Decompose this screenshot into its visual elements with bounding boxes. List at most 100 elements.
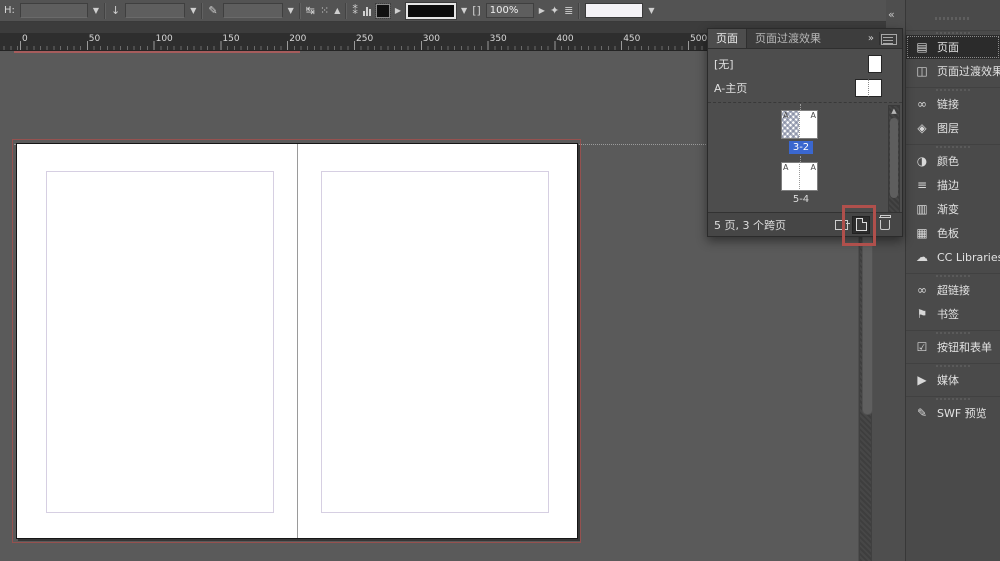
spread-thumbnail-3-2[interactable]: AA	[781, 110, 821, 139]
panel-scrollbar[interactable]: ▲	[888, 105, 900, 213]
dock-item-links[interactable]: ∞链接	[906, 92, 1000, 116]
dock-item-cc-libraries[interactable]: ☁ CC Libraries	[906, 245, 1000, 269]
ruler-label-150: 150	[222, 34, 239, 44]
master-page-icon	[868, 55, 882, 73]
pen-icon[interactable]: ✎	[208, 5, 217, 16]
dock-item-label: 超链接	[937, 282, 970, 298]
dock-item-label: 描边	[937, 177, 959, 193]
page-thumbnail[interactable]: A	[781, 110, 800, 139]
ruler-active-page-indicator	[14, 51, 300, 53]
chevron-up-icon[interactable]: ▲	[334, 7, 340, 15]
transform-field[interactable]	[20, 3, 88, 18]
preset-dropdown[interactable]	[585, 3, 643, 18]
spread-spine	[297, 144, 298, 538]
dock-item-gradient[interactable]: ▥渐变	[906, 197, 1000, 221]
dock-item-pages[interactable]: ▤页面	[906, 35, 1000, 59]
scroll-up-arrow-icon[interactable]: ▲	[890, 107, 898, 116]
dock-item-bookmarks[interactable]: ⚑书签	[906, 302, 1000, 326]
hyperlinks-icon: ∞	[913, 283, 931, 297]
dock-item-swf-preview[interactable]: ✎SWF 预览	[906, 401, 1000, 425]
align-icon[interactable]: ≣	[564, 5, 573, 16]
text-wrap-icon[interactable]: ↹	[306, 5, 315, 16]
toolbar-divider	[299, 3, 301, 19]
dock-item-media[interactable]: ▶媒体	[906, 368, 1000, 392]
master-page-icon	[868, 79, 882, 97]
layers-icon: ◈	[913, 121, 931, 135]
style-field[interactable]	[125, 3, 185, 18]
master-thumbnail[interactable]	[868, 55, 882, 73]
chart-bars-icon[interactable]	[363, 6, 371, 16]
ruler-label-50: 50	[89, 34, 100, 44]
dock-item-buttons-forms[interactable]: ☑按钮和表单	[906, 335, 1000, 359]
effects-field[interactable]	[223, 3, 283, 18]
panel-overflow-icon[interactable]: »	[868, 29, 874, 48]
chevron-down-icon[interactable]: ▼	[288, 7, 294, 15]
chevron-right-icon[interactable]: ▶	[539, 7, 545, 15]
toolbar-divider	[578, 3, 580, 19]
tab-pages[interactable]: 页面	[708, 29, 747, 48]
master-row-1[interactable]: A-主页	[714, 76, 896, 100]
ruler-label-200: 200	[289, 34, 306, 44]
dock-item-label: 色板	[937, 225, 959, 241]
trash-icon	[880, 220, 890, 230]
dock-item-color[interactable]: ◑颜色	[906, 149, 1000, 173]
page-thumbnail[interactable]: A	[781, 162, 800, 191]
ruler-label-450: 450	[623, 34, 640, 44]
master-thumbnail[interactable]	[855, 79, 882, 97]
ruler-label-500: 500	[690, 34, 707, 44]
masters-section: [无] A-主页	[708, 49, 902, 102]
spread-number: 5-4	[789, 193, 813, 206]
gradient-icon: ▥	[913, 202, 931, 216]
page-thumbnail[interactable]: A	[799, 110, 818, 139]
master-prefix-letter: A	[811, 111, 816, 120]
document-spread[interactable]	[16, 143, 578, 539]
dock-grip[interactable]	[935, 17, 971, 20]
dock-group-3: ∞ 超链接 ⚑书签	[906, 273, 1000, 330]
page-thumbnail[interactable]: A	[799, 162, 818, 191]
chevron-right-icon[interactable]: ▶	[395, 7, 401, 15]
corner-options-icon[interactable]: ⁙	[320, 5, 329, 16]
paragraph-direction-icon[interactable]: ↓	[111, 5, 120, 16]
toolbar-divider	[345, 3, 347, 19]
cc-libraries-icon: ☁	[913, 250, 931, 264]
dock-item-stroke[interactable]: ≡描边	[906, 173, 1000, 197]
spread-label-5-4[interactable]: 5-4	[781, 193, 821, 206]
ruler-label-250: 250	[356, 34, 373, 44]
frame-fitting-icon[interactable]: []	[472, 5, 481, 16]
chevron-down-icon[interactable]: ▼	[93, 7, 99, 15]
page-transitions-icon: ◫	[913, 64, 931, 78]
tab-page-transitions[interactable]: 页面过渡效果	[747, 29, 829, 48]
delete-page-button[interactable]	[876, 216, 894, 234]
dock-item-label: SWF 预览	[937, 405, 987, 421]
dock-item-page-transitions[interactable]: ◫页面过渡效果	[906, 59, 1000, 83]
panel-scrollbar-thumb[interactable]	[890, 118, 898, 198]
dock-item-layers[interactable]: ◈ 图层	[906, 116, 1000, 140]
effects-icon[interactable]: ⁑	[352, 5, 358, 16]
chevron-down-icon[interactable]: ▼	[461, 7, 467, 15]
page-count-status: 5 页, 3 个跨页	[714, 217, 832, 233]
stroke-color-well[interactable]	[406, 3, 456, 19]
dock-group-6: ✎SWF 预览	[906, 396, 1000, 429]
dock-item-hyperlinks[interactable]: ∞ 超链接	[906, 278, 1000, 302]
spread-thumbnail-5-4[interactable]: AA	[781, 162, 821, 191]
dock-item-label: 页面	[937, 39, 959, 55]
dock-item-swatches[interactable]: ▦色板	[906, 221, 1000, 245]
dock-item-label: CC Libraries	[937, 251, 1000, 264]
chevron-down-icon[interactable]: ▼	[648, 7, 654, 15]
panel-menu-icon[interactable]	[881, 34, 897, 45]
dock-item-label: 图层	[937, 120, 959, 136]
bookmarks-icon: ⚑	[913, 307, 931, 321]
chevron-down-icon[interactable]: ▼	[190, 7, 196, 15]
dock-header[interactable]	[906, 0, 1000, 31]
drop-shadow-icon[interactable]: ✦	[550, 5, 559, 16]
opacity-field[interactable]: 100%	[486, 3, 534, 18]
ruler-label-100: 100	[156, 34, 173, 44]
dock-collapse-icon[interactable]: «	[888, 8, 895, 21]
spread-label-3-2[interactable]: 3-2	[781, 141, 821, 154]
ruler-label-350: 350	[490, 34, 507, 44]
fill-swatch[interactable]	[376, 4, 390, 18]
indesign-window: H: ▼ ↓ ▼ ✎ ▼ ↹ ⁙ ▲ ⁑ ▶ ▼ [] 100% ▶ ✦ ≣ ▼	[0, 0, 1000, 561]
master-name: [无]	[714, 56, 734, 72]
master-row-0[interactable]: [无]	[714, 52, 896, 76]
dock-group-5: ▶媒体	[906, 363, 1000, 396]
